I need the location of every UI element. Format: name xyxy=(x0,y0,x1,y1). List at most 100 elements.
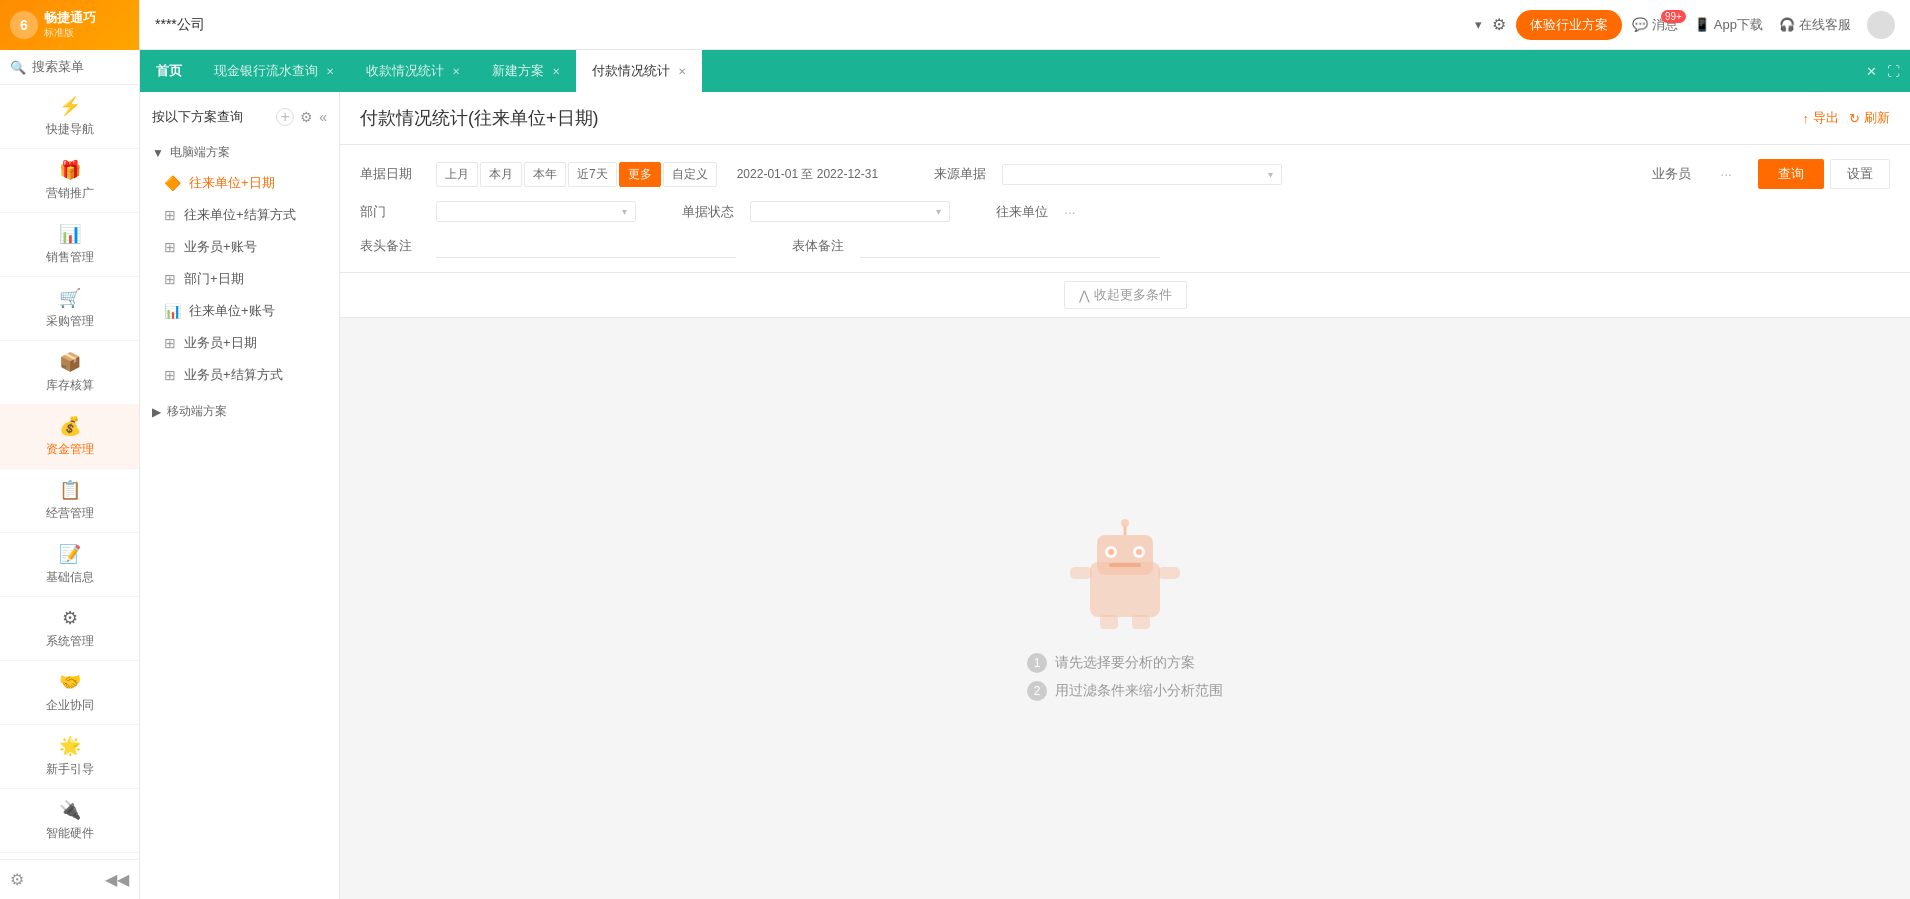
messages-btn[interactable]: 💬 消息 99+ xyxy=(1632,16,1678,34)
table-body-note-input[interactable] xyxy=(860,234,1160,258)
expand-arrow-mobile-icon: ▶ xyxy=(152,405,161,419)
date-btn-this-month[interactable]: 本月 xyxy=(480,162,522,187)
doc-status-select[interactable]: ▾ xyxy=(750,201,950,222)
filter-row-2: 部门 ▾ 单据状态 ▾ 往来单位 ··· xyxy=(360,201,1890,222)
basic-info-icon: 📝 xyxy=(59,543,81,565)
expand-arrow-icon: ▼ xyxy=(152,146,164,160)
svg-rect-6 xyxy=(1109,563,1141,567)
topbar-settings-icon[interactable]: ⚙ xyxy=(1492,15,1506,34)
tab-payment-stats-close[interactable]: ✕ xyxy=(678,66,686,77)
tab-payment-stats[interactable]: 付款情况统计 ✕ xyxy=(576,50,702,92)
nav-expand-icon[interactable]: ⛶ xyxy=(1887,64,1900,79)
collapse-btn-container: ⋀ 收起更多条件 xyxy=(340,273,1910,318)
sidebar-item-system[interactable]: ⚙ 系统管理 xyxy=(0,597,139,661)
sidebar-item-operations[interactable]: 📋 经营管理 xyxy=(0,469,139,533)
operations-icon: 📋 xyxy=(59,479,81,501)
date-btn-last-month[interactable]: 上月 xyxy=(436,162,478,187)
sidebar-item-purchase[interactable]: 🛒 采购管理 xyxy=(0,277,139,341)
filter-area: 单据日期 上月 本月 本年 近7天 更多 自定义 2022-01-01 至 20… xyxy=(340,145,1910,273)
salesperson-ellipsis[interactable]: ··· xyxy=(1720,166,1732,182)
tab-bank-flow-close[interactable]: ✕ xyxy=(326,66,334,77)
scheme-settings-icon[interactable]: ⚙ xyxy=(300,109,313,125)
nav-close-icon[interactable]: ✕ xyxy=(1866,64,1877,79)
guide-icon: 🌟 xyxy=(59,735,81,757)
collapse-conditions-btn[interactable]: ⋀ 收起更多条件 xyxy=(1064,281,1187,309)
tab-bank-flow[interactable]: 现金银行流水查询 ✕ xyxy=(198,50,350,92)
sidebar-item-quick-nav[interactable]: ⚡ 快捷导航 xyxy=(0,85,139,149)
empty-illustration xyxy=(1065,517,1185,637)
sidebar-item-sales[interactable]: 📊 销售管理 xyxy=(0,213,139,277)
nav-tabs-end: ✕ ⛶ xyxy=(1856,50,1910,92)
svg-rect-9 xyxy=(1100,615,1118,629)
sidebar-search[interactable]: 🔍 搜索菜单 xyxy=(0,50,139,85)
message-icon: 💬 xyxy=(1632,17,1648,32)
scheme-item-1-icon: ⊞ xyxy=(164,207,176,223)
date-label: 单据日期 xyxy=(360,165,420,183)
svg-rect-10 xyxy=(1132,615,1150,629)
related-party-ellipsis[interactable]: ··· xyxy=(1064,204,1076,220)
tab-new-scheme-close[interactable]: ✕ xyxy=(552,66,560,77)
add-scheme-icon[interactable]: + xyxy=(276,108,294,126)
export-btn[interactable]: ↑ 导出 xyxy=(1803,109,1840,127)
source-doc-select[interactable]: ▾ xyxy=(1002,164,1282,185)
tab-new-scheme[interactable]: 新建方案 ✕ xyxy=(476,50,576,92)
date-btn-custom[interactable]: 自定义 xyxy=(663,162,717,187)
sidebar-item-hardware[interactable]: 🔌 智能硬件 xyxy=(0,789,139,853)
scheme-item-4[interactable]: 📊 往来单位+账号 xyxy=(140,295,339,327)
svg-point-8 xyxy=(1121,519,1129,527)
refresh-btn[interactable]: ↻ 刷新 xyxy=(1849,109,1890,127)
refresh-icon: ↻ xyxy=(1849,111,1860,126)
query-btn[interactable]: 查询 xyxy=(1758,159,1824,189)
quick-nav-icon: ⚡ xyxy=(59,95,81,117)
sidebar-item-enterprise[interactable]: 🤝 企业协同 xyxy=(0,661,139,725)
trial-btn[interactable]: 体验行业方案 xyxy=(1516,10,1622,40)
messages-badge: 99+ xyxy=(1661,10,1686,23)
scheme-item-3[interactable]: ⊞ 部门+日期 xyxy=(140,263,339,295)
tab-collection-stats-close[interactable]: ✕ xyxy=(452,66,460,77)
scheme-collapse-icon[interactable]: « xyxy=(319,109,327,125)
footer-settings-icon[interactable]: ⚙ xyxy=(10,870,24,889)
date-btn-this-year[interactable]: 本年 xyxy=(524,162,566,187)
mobile-scheme-group-title[interactable]: ▶ 移动端方案 xyxy=(140,397,339,426)
source-doc-arrow-icon: ▾ xyxy=(1268,169,1273,180)
table-head-note-input[interactable] xyxy=(436,234,736,258)
tab-home[interactable]: 首页 xyxy=(140,50,198,92)
scheme-item-0[interactable]: 🔶 往来单位+日期 xyxy=(140,167,339,199)
svg-rect-12 xyxy=(1158,567,1180,579)
empty-robot-svg xyxy=(1065,517,1185,637)
sidebar-header: 6 畅捷通巧 标准版 xyxy=(0,0,139,50)
topbar-right: 💬 消息 99+ 📱 App下载 🎧 在线客服 xyxy=(1632,11,1895,39)
sidebar-item-basic-info[interactable]: 📝 基础信息 xyxy=(0,533,139,597)
sidebar-item-guide[interactable]: 🌟 新手引导 xyxy=(0,725,139,789)
system-icon: ⚙ xyxy=(62,607,78,629)
scheme-item-4-icon: 📊 xyxy=(164,303,181,319)
scheme-item-2[interactable]: ⊞ 业务员+账号 xyxy=(140,231,339,263)
dept-select[interactable]: ▾ xyxy=(436,201,636,222)
source-doc-label: 来源单据 xyxy=(934,165,994,183)
scheme-item-1[interactable]: ⊞ 往来单位+结算方式 xyxy=(140,199,339,231)
date-btn-7days[interactable]: 近7天 xyxy=(568,162,617,187)
date-btn-more[interactable]: 更多 xyxy=(619,162,661,187)
sidebar-item-marketing[interactable]: 🎁 营销推广 xyxy=(0,149,139,213)
date-range-text: 2022-01-01 至 2022-12-31 xyxy=(737,166,878,183)
online-support-btn[interactable]: 🎧 在线客服 xyxy=(1779,16,1851,34)
user-avatar[interactable] xyxy=(1867,11,1895,39)
scheme-item-5[interactable]: ⊞ 业务员+日期 xyxy=(140,327,339,359)
desktop-scheme-group-title[interactable]: ▼ 电脑端方案 xyxy=(140,138,339,167)
scheme-item-6[interactable]: ⊞ 业务员+结算方式 xyxy=(140,359,339,391)
nav-tabs: 首页 现金银行流水查询 ✕ 收款情况统计 ✕ 新建方案 ✕ 付款情况统计 ✕ ✕… xyxy=(140,50,1910,92)
sidebar-item-inventory[interactable]: 📦 库存核算 xyxy=(0,341,139,405)
export-icon: ↑ xyxy=(1803,111,1810,126)
purchase-icon: 🛒 xyxy=(59,287,81,309)
app-download-btn[interactable]: 📱 App下载 xyxy=(1694,16,1763,34)
sidebar-item-funds[interactable]: 💰 资金管理 xyxy=(0,405,139,469)
settings-btn[interactable]: 设置 xyxy=(1830,159,1890,189)
sidebar-collapse-icon[interactable]: ◀◀ xyxy=(105,870,129,889)
svg-point-5 xyxy=(1136,549,1142,555)
tab-collection-stats[interactable]: 收款情况统计 ✕ xyxy=(350,50,476,92)
topbar-company: ****公司 xyxy=(155,16,1465,34)
scheme-item-3-icon: ⊞ xyxy=(164,271,176,287)
page-actions: ↑ 导出 ↻ 刷新 xyxy=(1803,109,1891,127)
search-icon: 🔍 xyxy=(10,60,26,75)
topbar-dropdown-icon[interactable]: ▾ xyxy=(1475,17,1482,32)
